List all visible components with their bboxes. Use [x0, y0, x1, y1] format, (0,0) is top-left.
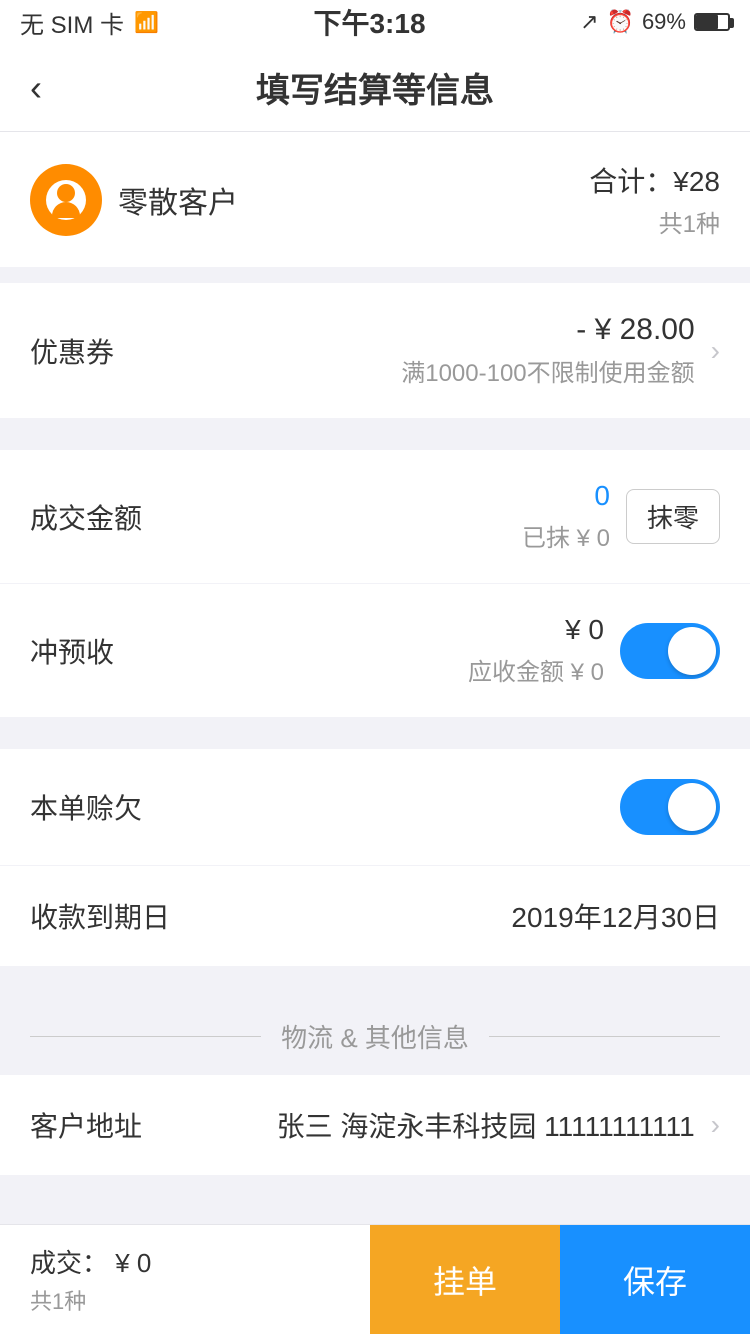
item-count: 共1种	[589, 204, 720, 239]
coupon-discount: - ¥ 28.00	[401, 313, 694, 347]
deal-value-wrap: 0 已抹 ¥ 0	[522, 480, 610, 553]
due-date-row[interactable]: 收款到期日 2019年12月30日	[0, 866, 750, 966]
coupon-section: 优惠券 - ¥ 28.00 满1000-100不限制使用金额 ›	[0, 283, 750, 418]
debt-label: 本单赊欠	[30, 787, 142, 827]
customer-info: 零散客户	[30, 164, 238, 236]
alarm-icon: ⏰	[607, 9, 634, 35]
bottom-info: 成交： ¥ 0 共1种	[0, 1243, 370, 1316]
customer-card: 零散客户 合计：¥28 共1种	[0, 132, 750, 267]
battery-icon	[694, 13, 730, 31]
address-chevron-icon: ›	[711, 1109, 720, 1141]
toggle-knob	[668, 627, 716, 675]
prepayment-toggle[interactable]	[620, 623, 720, 679]
debt-toggle[interactable]	[620, 779, 720, 835]
content-area: 零散客户 合计：¥28 共1种 优惠券 - ¥ 28.00 满1000-100不…	[0, 132, 750, 1311]
total-amount: 合计：¥28	[589, 160, 720, 200]
prepayment-row: 冲预收 ¥ 0 应收金额 ¥ 0	[0, 584, 750, 717]
prepayment-right: ¥ 0 应收金额 ¥ 0	[468, 614, 720, 687]
debt-section: 本单赊欠 收款到期日 2019年12月30日	[0, 749, 750, 966]
debt-toggle-knob	[668, 783, 716, 831]
pending-button[interactable]: 挂单	[370, 1225, 560, 1334]
address-row[interactable]: 客户地址 张三 海淀永丰科技园 11111111111 ›	[0, 1075, 750, 1175]
deal-label: 成交金额	[30, 497, 142, 537]
location-icon: ↗	[580, 9, 598, 35]
due-date-label: 收款到期日	[30, 896, 170, 936]
round-off-button[interactable]: 抹零	[626, 489, 720, 544]
deal-amount: 0	[594, 480, 610, 511]
due-date-value: 2019年12月30日	[511, 896, 720, 936]
status-right: ↗ ⏰ 69%	[580, 9, 730, 35]
prepayment-value-wrap: ¥ 0 应收金额 ¥ 0	[468, 614, 604, 687]
header-line-right	[489, 1036, 720, 1037]
deal-deducted: 已抹 ¥ 0	[522, 518, 610, 553]
status-time: 下午3:18	[313, 2, 425, 42]
bottom-deal-label: 成交：	[30, 1248, 108, 1278]
coupon-value: - ¥ 28.00 满1000-100不限制使用金额	[401, 313, 694, 388]
address-right: 张三 海淀永丰科技园 11111111111 ›	[277, 1105, 720, 1145]
prepayment-receivable: 应收金额 ¥ 0	[468, 652, 604, 687]
address-value: 张三 海淀永丰科技园 11111111111	[277, 1105, 695, 1145]
carrier-text: 无 SIM 卡	[20, 5, 124, 40]
wifi-icon: 📶	[134, 10, 159, 35]
save-button[interactable]: 保存	[560, 1225, 750, 1334]
divider-2	[0, 733, 750, 749]
back-button[interactable]: ‹	[30, 67, 42, 109]
page-title: 填写结算等信息	[256, 63, 494, 112]
coupon-right: - ¥ 28.00 满1000-100不限制使用金额 ›	[401, 313, 720, 388]
customer-name: 零散客户	[118, 178, 238, 222]
logistics-title: 物流 & 其他信息	[281, 1018, 469, 1055]
customer-total: 合计：¥28 共1种	[589, 160, 720, 239]
bottom-bar: 成交： ¥ 0 共1种 挂单 保存	[0, 1224, 750, 1334]
coupon-description: 满1000-100不限制使用金额	[401, 353, 694, 388]
status-bar: 无 SIM 卡 📶 下午3:18 ↗ ⏰ 69%	[0, 0, 750, 44]
avatar	[30, 164, 102, 236]
header-line-left	[30, 1036, 261, 1037]
bottom-deal-value: ¥ 0	[115, 1248, 151, 1278]
prepayment-amount: ¥ 0	[468, 614, 604, 646]
deal-section: 成交金额 0 已抹 ¥ 0 抹零 冲预收 ¥ 0 应收金额 ¥ 0	[0, 450, 750, 717]
coupon-label: 优惠券	[30, 331, 114, 371]
divider-3	[0, 982, 750, 998]
battery-text: 69%	[642, 9, 686, 35]
debt-right	[620, 779, 720, 835]
deal-right: 0 已抹 ¥ 0 抹零	[522, 480, 720, 553]
bottom-deal-amount: 成交： ¥ 0	[30, 1243, 340, 1280]
nav-bar: ‹ 填写结算等信息	[0, 44, 750, 132]
address-label: 客户地址	[30, 1105, 142, 1145]
status-left: 无 SIM 卡 📶	[20, 5, 159, 40]
chevron-right-icon: ›	[711, 335, 720, 367]
divider-1	[0, 434, 750, 450]
bottom-item-count: 共1种	[30, 1284, 340, 1316]
coupon-row[interactable]: 优惠券 - ¥ 28.00 满1000-100不限制使用金额 ›	[0, 283, 750, 418]
prepayment-label: 冲预收	[30, 631, 114, 671]
logistics-header: 物流 & 其他信息	[0, 998, 750, 1075]
deal-row: 成交金额 0 已抹 ¥ 0 抹零	[0, 450, 750, 584]
address-section: 客户地址 张三 海淀永丰科技园 11111111111 ›	[0, 1075, 750, 1175]
debt-row: 本单赊欠	[0, 749, 750, 866]
avatar-icon	[46, 180, 86, 220]
